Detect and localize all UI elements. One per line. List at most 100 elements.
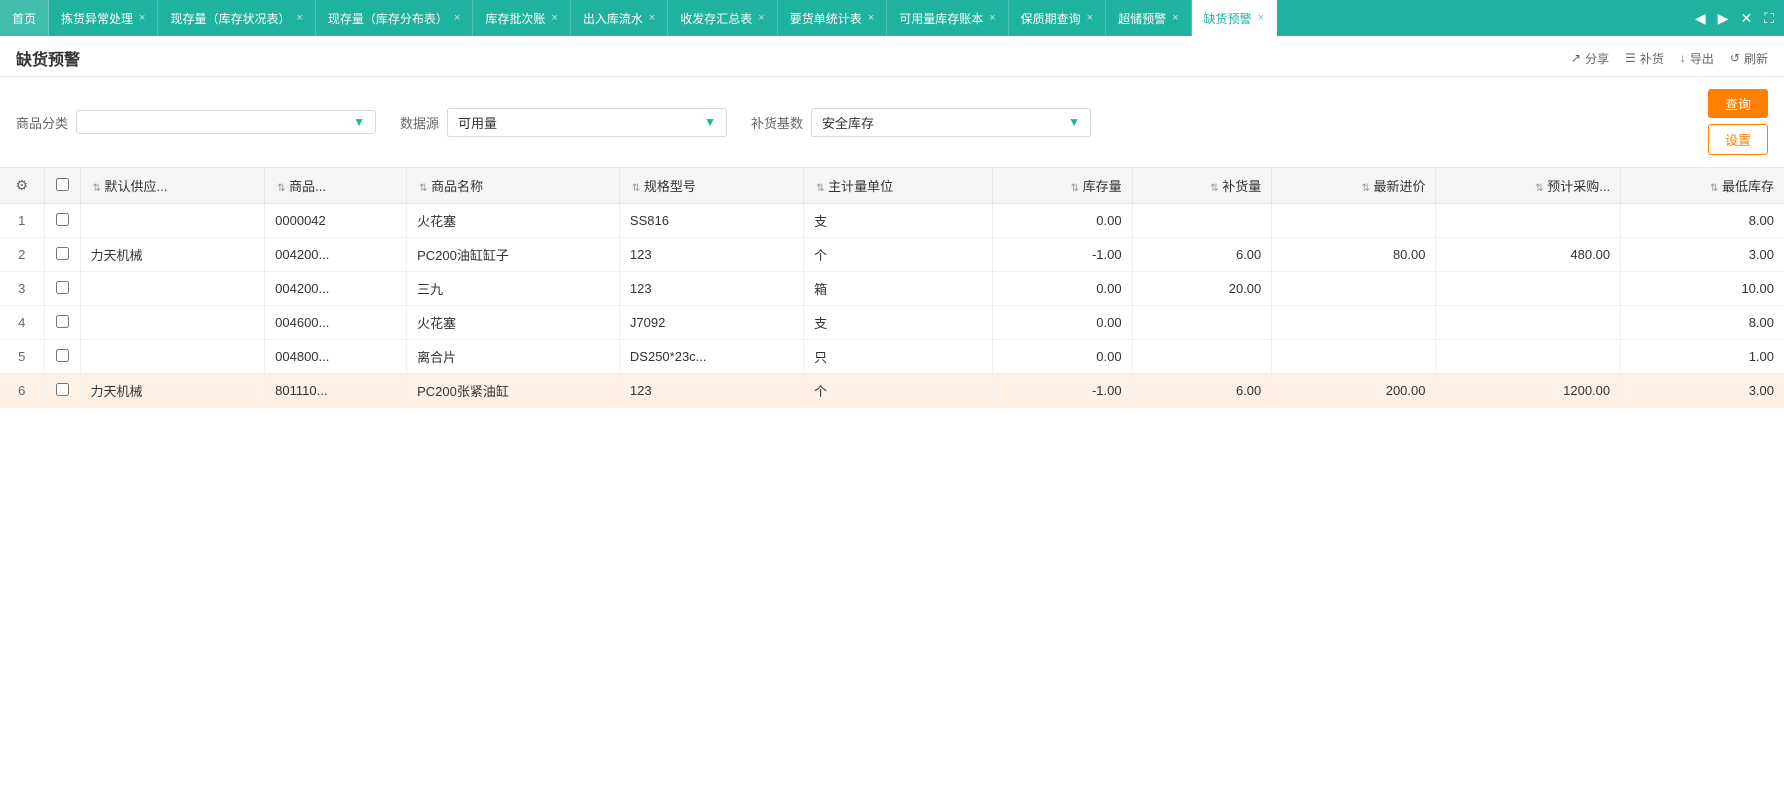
- row-check-2[interactable]: [44, 272, 80, 306]
- table-row: 4004600...火花塞J7092支0.008.00: [0, 306, 1784, 340]
- share-button[interactable]: ↗ 分享: [1571, 50, 1609, 67]
- main-content: 缺货预警 ↗ 分享 ☰ 补货 ↓ 导出 ↺ 刷新 商品分类: [0, 36, 1784, 796]
- row-checkbox-1[interactable]: [56, 247, 69, 260]
- tab-next-btn[interactable]: ▶: [1712, 6, 1735, 31]
- cell-product_name-3: 火花塞: [407, 306, 620, 340]
- sort-icon-4: ⇅: [632, 183, 640, 194]
- row-num-0: 1: [0, 204, 44, 238]
- tab-close-expiry-query[interactable]: ×: [1087, 12, 1093, 24]
- sort-icon-10: ⇅: [1710, 183, 1718, 194]
- query-button[interactable]: 查询: [1708, 89, 1768, 118]
- row-num-3: 4: [0, 306, 44, 340]
- tab-close-shortage[interactable]: ×: [1258, 12, 1264, 24]
- cell-product_code-3: 004600...: [265, 306, 407, 340]
- row-check-0[interactable]: [44, 204, 80, 238]
- tab-close-inventory-dist[interactable]: ×: [454, 12, 460, 24]
- tab-label-receipt-summary: 收发存汇总表: [680, 10, 752, 27]
- row-check-3[interactable]: [44, 306, 80, 340]
- row-checkbox-3[interactable]: [56, 315, 69, 328]
- cell-product_name-1: PC200油缸缸子: [407, 238, 620, 272]
- tab-close-all-btn[interactable]: ✕: [1734, 6, 1758, 31]
- cell-unit-0: 支: [804, 204, 993, 238]
- table-row: 5004800...离合片DS250*23c...只0.001.00: [0, 340, 1784, 374]
- row-num-2: 3: [0, 272, 44, 306]
- tab-inventory-dist[interactable]: 现存量（库存分布表） ×: [316, 0, 473, 36]
- tab-shortage[interactable]: 缺货预警×: [1192, 0, 1277, 36]
- refresh-button[interactable]: ↺ 刷新: [1730, 50, 1768, 67]
- tab-bar: 首页拣货异常处理×现存量（库存状况表）×现存量（库存分布表）×库存批次账×出入库…: [0, 0, 1784, 36]
- replenish-base-filter-group: 补货基数 安全库存 ▼: [751, 108, 1091, 137]
- tab-expiry-query[interactable]: 保质期查询×: [1009, 0, 1106, 36]
- row-checkbox-0[interactable]: [56, 213, 69, 226]
- row-checkbox-5[interactable]: [56, 383, 69, 396]
- tab-available-ledger[interactable]: 可用量库存账本×: [887, 0, 1008, 36]
- row-num-4: 5: [0, 340, 44, 374]
- row-check-5[interactable]: [44, 374, 80, 408]
- tab-close-receipt-summary[interactable]: ×: [758, 12, 764, 24]
- table-row: 3004200...三九123箱0.0020.0010.00: [0, 272, 1784, 306]
- sort-icon-5: ⇅: [816, 183, 824, 194]
- select-all-checkbox[interactable]: [56, 178, 69, 191]
- tab-overstock[interactable]: 超储预警×: [1106, 0, 1191, 36]
- cell-replenish_qty-0: [1132, 204, 1272, 238]
- col-latest-price: ⇅ 最新进价: [1272, 168, 1436, 204]
- tab-label-inventory-dist: 现存量（库存分布表）: [328, 10, 448, 27]
- category-select[interactable]: ▼: [76, 110, 376, 134]
- table-row: 6力天机械801110...PC200张紧油缸123个-1.006.00200.…: [0, 374, 1784, 408]
- tab-inout-flow[interactable]: 出入库流水×: [571, 0, 668, 36]
- column-settings-icon[interactable]: ⚙: [15, 177, 28, 193]
- replenish-base-label: 补货基数: [751, 113, 803, 132]
- tab-close-overstock[interactable]: ×: [1172, 12, 1178, 24]
- row-checkbox-4[interactable]: [56, 349, 69, 362]
- col-settings[interactable]: ⚙: [0, 168, 44, 204]
- tab-close-inventory-status[interactable]: ×: [296, 12, 302, 24]
- settings-button[interactable]: 设置: [1708, 124, 1768, 155]
- tab-inventory-status[interactable]: 现存量（库存状况表）×: [158, 0, 315, 36]
- replenish-base-dropdown-icon: ▼: [1068, 115, 1080, 129]
- cell-est_purchase-5: 1200.00: [1436, 374, 1621, 408]
- row-checkbox-2[interactable]: [56, 281, 69, 294]
- cell-product_name-0: 火花塞: [407, 204, 620, 238]
- share-icon: ↗: [1571, 51, 1581, 65]
- tab-label-home: 首页: [12, 10, 36, 27]
- cell-replenish_qty-5: 6.00: [1132, 374, 1272, 408]
- cell-product_code-5: 801110...: [265, 374, 407, 408]
- tab-demand-stat[interactable]: 要货单统计表×: [778, 0, 887, 36]
- replenish-button[interactable]: ☰ 补货: [1625, 50, 1664, 67]
- datasource-dropdown-icon: ▼: [704, 115, 716, 129]
- replenish-base-select[interactable]: 安全库存 ▼: [811, 108, 1091, 137]
- cell-spec-1: 123: [619, 238, 803, 272]
- datasource-select[interactable]: 可用量 ▼: [447, 108, 727, 137]
- category-dropdown-icon: ▼: [353, 115, 365, 129]
- col-check[interactable]: [44, 168, 80, 204]
- tab-abnormal[interactable]: 拣货异常处理×: [49, 0, 158, 36]
- tab-close-abnormal[interactable]: ×: [139, 12, 145, 24]
- cell-est_purchase-3: [1436, 306, 1621, 340]
- cell-latest_price-4: [1272, 340, 1436, 374]
- sort-icon: ⇅: [93, 183, 101, 194]
- tab-close-batch-account[interactable]: ×: [551, 12, 557, 24]
- sort-icon-8: ⇅: [1361, 183, 1369, 194]
- cell-min_stock-5: 3.00: [1621, 374, 1784, 408]
- tab-home[interactable]: 首页: [0, 0, 49, 36]
- row-check-1[interactable]: [44, 238, 80, 272]
- tab-close-inout-flow[interactable]: ×: [649, 12, 655, 24]
- col-replenish-qty: ⇅ 补货量: [1132, 168, 1272, 204]
- export-button[interactable]: ↓ 导出: [1680, 50, 1714, 67]
- row-check-4[interactable]: [44, 340, 80, 374]
- cell-stock-1: -1.00: [992, 238, 1132, 272]
- tab-batch-account[interactable]: 库存批次账×: [473, 0, 570, 36]
- cell-replenish_qty-4: [1132, 340, 1272, 374]
- cell-latest_price-3: [1272, 306, 1436, 340]
- tab-receipt-summary[interactable]: 收发存汇总表 ×: [668, 0, 777, 36]
- table-wrapper: ⚙ ⇅ 默认供应... ⇅ 商品... ⇅ 商品名称: [0, 167, 1784, 408]
- filter-row: 商品分类 ▼ 数据源 可用量 ▼ 补货基数 安全库存 ▼ 查询 设置: [0, 77, 1784, 155]
- tab-close-demand-stat[interactable]: ×: [868, 12, 874, 24]
- sort-icon-7: ⇅: [1210, 183, 1218, 194]
- cell-est_purchase-2: [1436, 272, 1621, 306]
- tab-prev-btn[interactable]: ◀: [1689, 6, 1712, 31]
- category-filter-label: 商品分类: [16, 113, 68, 132]
- tab-fullscreen-btn[interactable]: ⛶: [1758, 6, 1780, 31]
- cell-default_supplier-0: [80, 204, 265, 238]
- tab-close-available-ledger[interactable]: ×: [989, 12, 995, 24]
